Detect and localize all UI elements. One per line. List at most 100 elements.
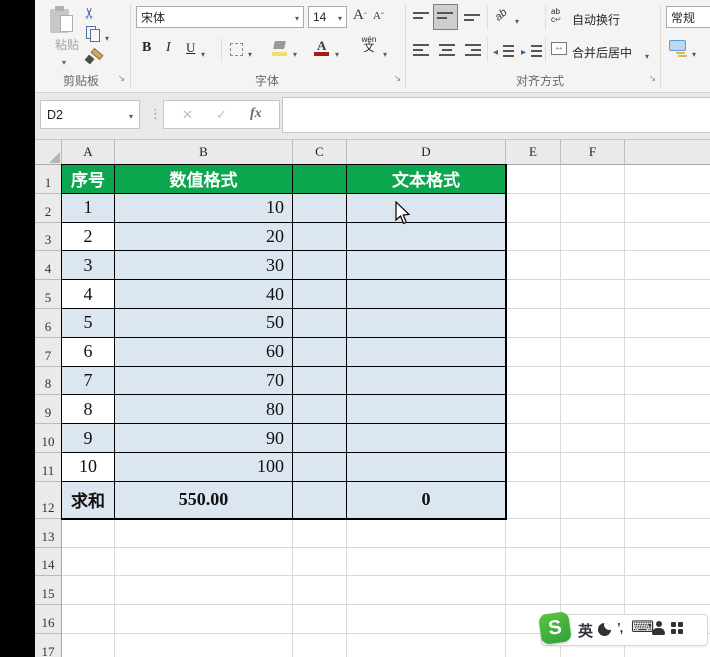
underline-dropdown-icon[interactable] <box>201 44 205 62</box>
cell-bg-7-8[interactable] <box>625 366 710 396</box>
insert-function-button[interactable]: fx <box>250 106 262 122</box>
cell-bg-2-13[interactable] <box>115 518 293 548</box>
orientation-dropdown-icon[interactable] <box>515 11 519 29</box>
select-all-triangle-icon[interactable] <box>49 152 60 163</box>
cell-A8[interactable]: 7 <box>62 366 115 396</box>
increase-font-size-icon[interactable]: A <box>353 7 367 24</box>
cell-bg-3-15[interactable] <box>293 576 347 606</box>
merge-center-label[interactable]: 合并后居中 <box>572 44 632 61</box>
cell-bg-5-7[interactable] <box>506 337 561 367</box>
cell-A7[interactable]: 6 <box>62 337 115 367</box>
cell-A11[interactable]: 10 <box>62 453 115 482</box>
cell-D1[interactable]: 文本格式 <box>347 165 506 194</box>
ime-punctuation-icon[interactable]: ’, <box>617 620 623 635</box>
cell-bg-6-5[interactable] <box>561 280 625 309</box>
column-header-F[interactable]: F <box>561 140 625 165</box>
ime-toolbox-icon[interactable] <box>671 622 683 634</box>
wrap-text-label[interactable]: 自动换行 <box>572 11 620 28</box>
cell-bg-6-6[interactable] <box>561 309 625 338</box>
cell-C6[interactable] <box>293 309 347 338</box>
row-header-10[interactable]: 10 <box>35 424 62 453</box>
cell-D11[interactable] <box>347 453 506 482</box>
cell-D7[interactable] <box>347 337 506 367</box>
cell-bg-7-5[interactable] <box>625 280 710 309</box>
cell-C1[interactable] <box>293 165 347 194</box>
cancel-button[interactable]: ✕ <box>182 107 193 123</box>
cell-bg-7-4[interactable] <box>625 251 710 281</box>
cell-A6[interactable]: 5 <box>62 309 115 338</box>
cell-A4[interactable]: 3 <box>62 251 115 281</box>
cell-bg-7-3[interactable] <box>625 222 710 252</box>
cell-bg-6-4[interactable] <box>561 251 625 281</box>
cell-D6[interactable] <box>347 309 506 338</box>
cell-B5[interactable]: 40 <box>115 280 293 309</box>
cell-bg-6-3[interactable] <box>561 222 625 252</box>
copy-dropdown-icon[interactable] <box>105 28 109 46</box>
cell-B12[interactable]: 550.00 <box>115 481 293 519</box>
cell-bg-4-17[interactable] <box>347 634 506 657</box>
cell-D5[interactable] <box>347 280 506 309</box>
cell-bg-3-16[interactable] <box>293 605 347 634</box>
cell-D10[interactable] <box>347 424 506 453</box>
cell-bg-5-14[interactable] <box>506 547 561 577</box>
align-middle-button[interactable] <box>433 4 458 30</box>
font-size-combo[interactable]: 14 <box>308 6 347 28</box>
font-name-combo[interactable]: 宋体 <box>136 6 304 28</box>
enter-button[interactable]: ✓ <box>216 107 227 123</box>
cell-bg-5-1[interactable] <box>506 165 561 194</box>
column-header-E[interactable]: E <box>506 140 561 165</box>
row-header-17[interactable]: 17 <box>35 634 62 657</box>
row-header-13[interactable]: 13 <box>35 518 62 548</box>
cell-bg-2-17[interactable] <box>115 634 293 657</box>
paste-dropdown-icon[interactable] <box>62 52 66 70</box>
cell-A10[interactable]: 9 <box>62 424 115 453</box>
accounting-format-icon[interactable] <box>669 40 686 51</box>
row-header-9[interactable]: 9 <box>35 395 62 425</box>
cell-bg-3-17[interactable] <box>293 634 347 657</box>
cell-bg-1-16[interactable] <box>62 605 115 634</box>
cell-bg-7-7[interactable] <box>625 337 710 367</box>
cell-B3[interactable]: 20 <box>115 222 293 252</box>
cell-bg-5-4[interactable] <box>506 251 561 281</box>
cell-bg-7-15[interactable] <box>625 576 710 606</box>
row-header-4[interactable]: 4 <box>35 251 62 281</box>
row-header-16[interactable]: 16 <box>35 605 62 634</box>
row-header-2[interactable]: 2 <box>35 193 62 223</box>
merge-center-dropdown-icon[interactable] <box>645 46 649 64</box>
accounting-dropdown-icon[interactable] <box>692 44 696 62</box>
cell-bg-7-1[interactable] <box>625 165 710 194</box>
cell-bg-5-3[interactable] <box>506 222 561 252</box>
cell-B8[interactable]: 70 <box>115 366 293 396</box>
cell-bg-6-14[interactable] <box>561 547 625 577</box>
cell-bg-6-11[interactable] <box>561 453 625 482</box>
cell-bg-7-2[interactable] <box>625 193 710 223</box>
cell-bg-5-12[interactable] <box>506 481 561 519</box>
alignment-dialog-launcher-icon[interactable] <box>647 73 658 84</box>
underline-button[interactable]: U <box>186 40 195 56</box>
borders-icon[interactable] <box>230 43 243 56</box>
row-header-7[interactable]: 7 <box>35 337 62 367</box>
cell-A9[interactable]: 8 <box>62 395 115 425</box>
italic-button[interactable]: I <box>166 40 171 56</box>
phonetic-dropdown-icon[interactable] <box>383 44 387 62</box>
number-format-combo[interactable]: 常规 <box>666 6 710 28</box>
name-box-dropdown-icon[interactable] <box>129 106 133 124</box>
fill-color-dropdown-icon[interactable] <box>293 44 297 62</box>
cell-bg-3-14[interactable] <box>293 547 347 577</box>
row-header-5[interactable]: 5 <box>35 280 62 309</box>
cell-C10[interactable] <box>293 424 347 453</box>
column-header-A[interactable]: A <box>62 140 115 165</box>
row-header-11[interactable]: 11 <box>35 453 62 482</box>
cell-bg-1-14[interactable] <box>62 547 115 577</box>
ime-fullwidth-moon-icon[interactable] <box>598 623 611 636</box>
cell-bg-7-9[interactable] <box>625 395 710 425</box>
fill-color-icon[interactable] <box>273 41 286 49</box>
row-header-8[interactable]: 8 <box>35 366 62 396</box>
formula-bar-handle-icon[interactable]: ⋮ <box>149 106 162 122</box>
align-bottom-icon[interactable] <box>464 14 482 21</box>
row-header-15[interactable]: 15 <box>35 576 62 606</box>
ime-language-mode[interactable]: 英 <box>578 620 593 641</box>
align-center-icon[interactable] <box>438 44 456 56</box>
copy-button[interactable] <box>86 26 112 42</box>
ime-keyboard-icon[interactable]: ⌨ <box>631 620 654 636</box>
